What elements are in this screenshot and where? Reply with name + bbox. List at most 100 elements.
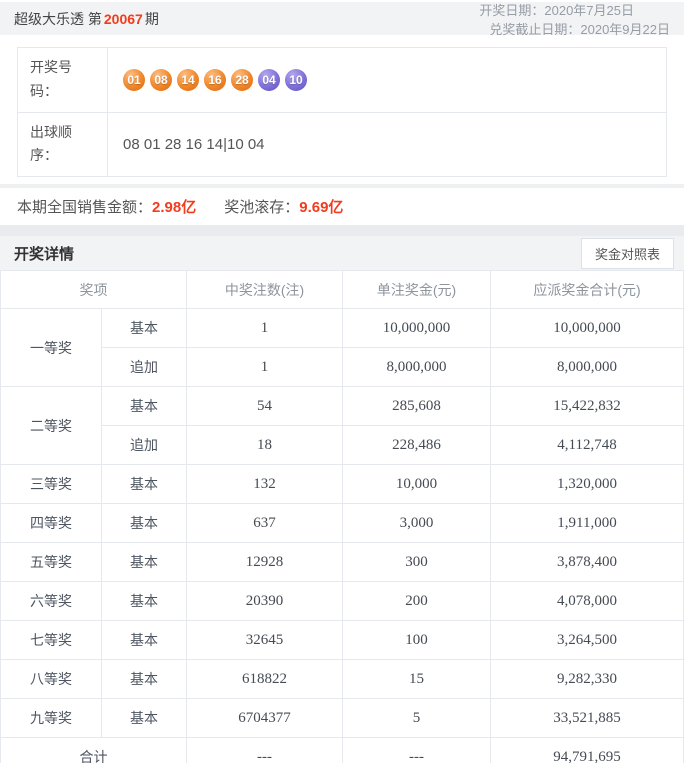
column-header-single-amount: 单注奖金(元): [343, 271, 491, 309]
section-gap: [0, 225, 684, 236]
total-prize-cell: 1,911,000: [491, 504, 684, 543]
single-prize-cell: 3,000: [343, 504, 491, 543]
total-prize-cell: 1,320,000: [491, 465, 684, 504]
prize-type-cell: 基本: [102, 465, 187, 504]
ball-order-label: 出球顺序：: [18, 112, 108, 177]
prize-type-cell: 基本: [102, 543, 187, 582]
table-row: 八等奖基本618822159,282,330: [1, 660, 684, 699]
winning-count-cell: 18: [187, 426, 343, 465]
single-prize-cell: 8,000,000: [343, 348, 491, 387]
prize-type-cell: 基本: [102, 309, 187, 348]
ball-order-value: 08 01 28 16 14|10 04: [108, 112, 667, 177]
prize-type-cell: 基本: [102, 504, 187, 543]
prize-table-header-row: 奖项 中奖注数(注) 单注奖金(元) 应派奖金合计(元): [1, 271, 684, 309]
winning-count-cell: 132: [187, 465, 343, 504]
column-header-prize: 奖项: [1, 271, 187, 309]
prize-type-cell: 基本: [102, 660, 187, 699]
prize-level-cell: 五等奖: [1, 543, 102, 582]
total-prize-cell: 4,112,748: [491, 426, 684, 465]
prize-type-cell: 基本: [102, 387, 187, 426]
prize-level-cell: 二等奖: [1, 387, 102, 465]
prize-level-cell: 一等奖: [1, 309, 102, 387]
sales-amount-label: 本期全国销售金额：: [17, 196, 152, 217]
redeem-deadline: 兑奖截止日期：2020年9月22日: [489, 22, 670, 37]
table-row: 六等奖基本203902004,078,000: [1, 582, 684, 621]
back-ball: 04: [258, 69, 280, 91]
prize-level-cell: 三等奖: [1, 465, 102, 504]
prize-level-cell: 六等奖: [1, 582, 102, 621]
total-single-cell: ---: [343, 738, 491, 763]
table-row: 追加18,000,0008,000,000: [1, 348, 684, 387]
draw-result-panel: 开奖号码： 01081416280410 出球顺序： 08 01 28 16 1…: [0, 35, 684, 184]
table-row: 三等奖基本13210,0001,320,000: [1, 465, 684, 504]
total-prize-cell: 3,264,500: [491, 621, 684, 660]
prize-level-cell: 八等奖: [1, 660, 102, 699]
prize-type-cell: 追加: [102, 426, 187, 465]
prize-table-body: 一等奖基本110,000,00010,000,000追加18,000,0008,…: [1, 309, 684, 763]
top-header-bar: 超级大乐透 第20067期 开奖日期：2020年7月25日 兑奖截止日期：202…: [0, 2, 684, 35]
front-ball: 14: [177, 69, 199, 91]
draw-date: 开奖日期：2020年7月25日: [479, 3, 634, 18]
winning-count-cell: 1: [187, 309, 343, 348]
single-prize-cell: 10,000: [343, 465, 491, 504]
total-prize-cell: 3,878,400: [491, 543, 684, 582]
prize-type-cell: 基本: [102, 621, 187, 660]
table-row: 五等奖基本129283003,878,400: [1, 543, 684, 582]
winning-numbers-row: 开奖号码： 01081416280410: [18, 48, 667, 113]
total-prize-cell: 15,422,832: [491, 387, 684, 426]
column-header-total-amount: 应派奖金合计(元): [491, 271, 684, 309]
prize-comparison-button[interactable]: 奖金对照表: [581, 238, 674, 269]
winning-count-cell: 20390: [187, 582, 343, 621]
details-section-bar: 开奖详情 奖金对照表: [0, 236, 684, 270]
winning-numbers-label: 开奖号码：: [18, 48, 108, 113]
total-prize-cell: 9,282,330: [491, 660, 684, 699]
column-header-count: 中奖注数(注): [187, 271, 343, 309]
sales-amount-value: 2.98亿: [152, 196, 196, 217]
front-ball: 28: [231, 69, 253, 91]
table-footer-row: 合计------94,791,695: [1, 738, 684, 763]
page-title-suffix: 期: [145, 11, 159, 27]
single-prize-cell: 200: [343, 582, 491, 621]
sales-info-panel: 本期全国销售金额：2.98亿 奖池滚存：9.69亿: [0, 188, 684, 225]
table-row: 一等奖基本110,000,00010,000,000: [1, 309, 684, 348]
total-label-cell: 合计: [1, 738, 187, 763]
total-prize-cell: 10,000,000: [491, 309, 684, 348]
back-ball: 10: [285, 69, 307, 91]
table-row: 追加18228,4864,112,748: [1, 426, 684, 465]
total-prize-cell: 4,078,000: [491, 582, 684, 621]
draw-balls: 01081416280410: [123, 69, 658, 91]
grand-total-cell: 94,791,695: [491, 738, 684, 763]
table-row: 四等奖基本6373,0001,911,000: [1, 504, 684, 543]
total-prize-cell: 33,521,885: [491, 699, 684, 738]
prize-level-cell: 七等奖: [1, 621, 102, 660]
table-row: 二等奖基本54285,60815,422,832: [1, 387, 684, 426]
single-prize-cell: 285,608: [343, 387, 491, 426]
draw-result-table: 开奖号码： 01081416280410 出球顺序： 08 01 28 16 1…: [17, 47, 667, 177]
prize-table: 奖项 中奖注数(注) 单注奖金(元) 应派奖金合计(元) 一等奖基本110,00…: [0, 270, 684, 763]
prize-type-cell: 追加: [102, 348, 187, 387]
prize-type-cell: 基本: [102, 582, 187, 621]
page-title: 超级大乐透 第20067期: [14, 9, 159, 29]
winning-count-cell: 637: [187, 504, 343, 543]
winning-count-cell: 12928: [187, 543, 343, 582]
draw-dates: 开奖日期：2020年7月25日 兑奖截止日期：2020年9月22日: [458, 0, 670, 53]
table-row: 七等奖基本326451003,264,500: [1, 621, 684, 660]
page-title-prefix: 超级大乐透 第: [14, 11, 102, 27]
total-prize-cell: 8,000,000: [491, 348, 684, 387]
prize-pool-label: 奖池滚存：: [224, 196, 299, 217]
front-ball: 01: [123, 69, 145, 91]
single-prize-cell: 100: [343, 621, 491, 660]
winning-count-cell: 54: [187, 387, 343, 426]
winning-count-cell: 6704377: [187, 699, 343, 738]
issue-number: 20067: [102, 11, 145, 27]
front-ball: 08: [150, 69, 172, 91]
single-prize-cell: 10,000,000: [343, 309, 491, 348]
single-prize-cell: 5: [343, 699, 491, 738]
single-prize-cell: 228,486: [343, 426, 491, 465]
single-prize-cell: 300: [343, 543, 491, 582]
prize-type-cell: 基本: [102, 699, 187, 738]
details-section-title: 开奖详情: [14, 243, 74, 264]
prize-pool-value: 9.69亿: [299, 196, 343, 217]
table-row: 九等奖基本6704377533,521,885: [1, 699, 684, 738]
winning-count-cell: 1: [187, 348, 343, 387]
